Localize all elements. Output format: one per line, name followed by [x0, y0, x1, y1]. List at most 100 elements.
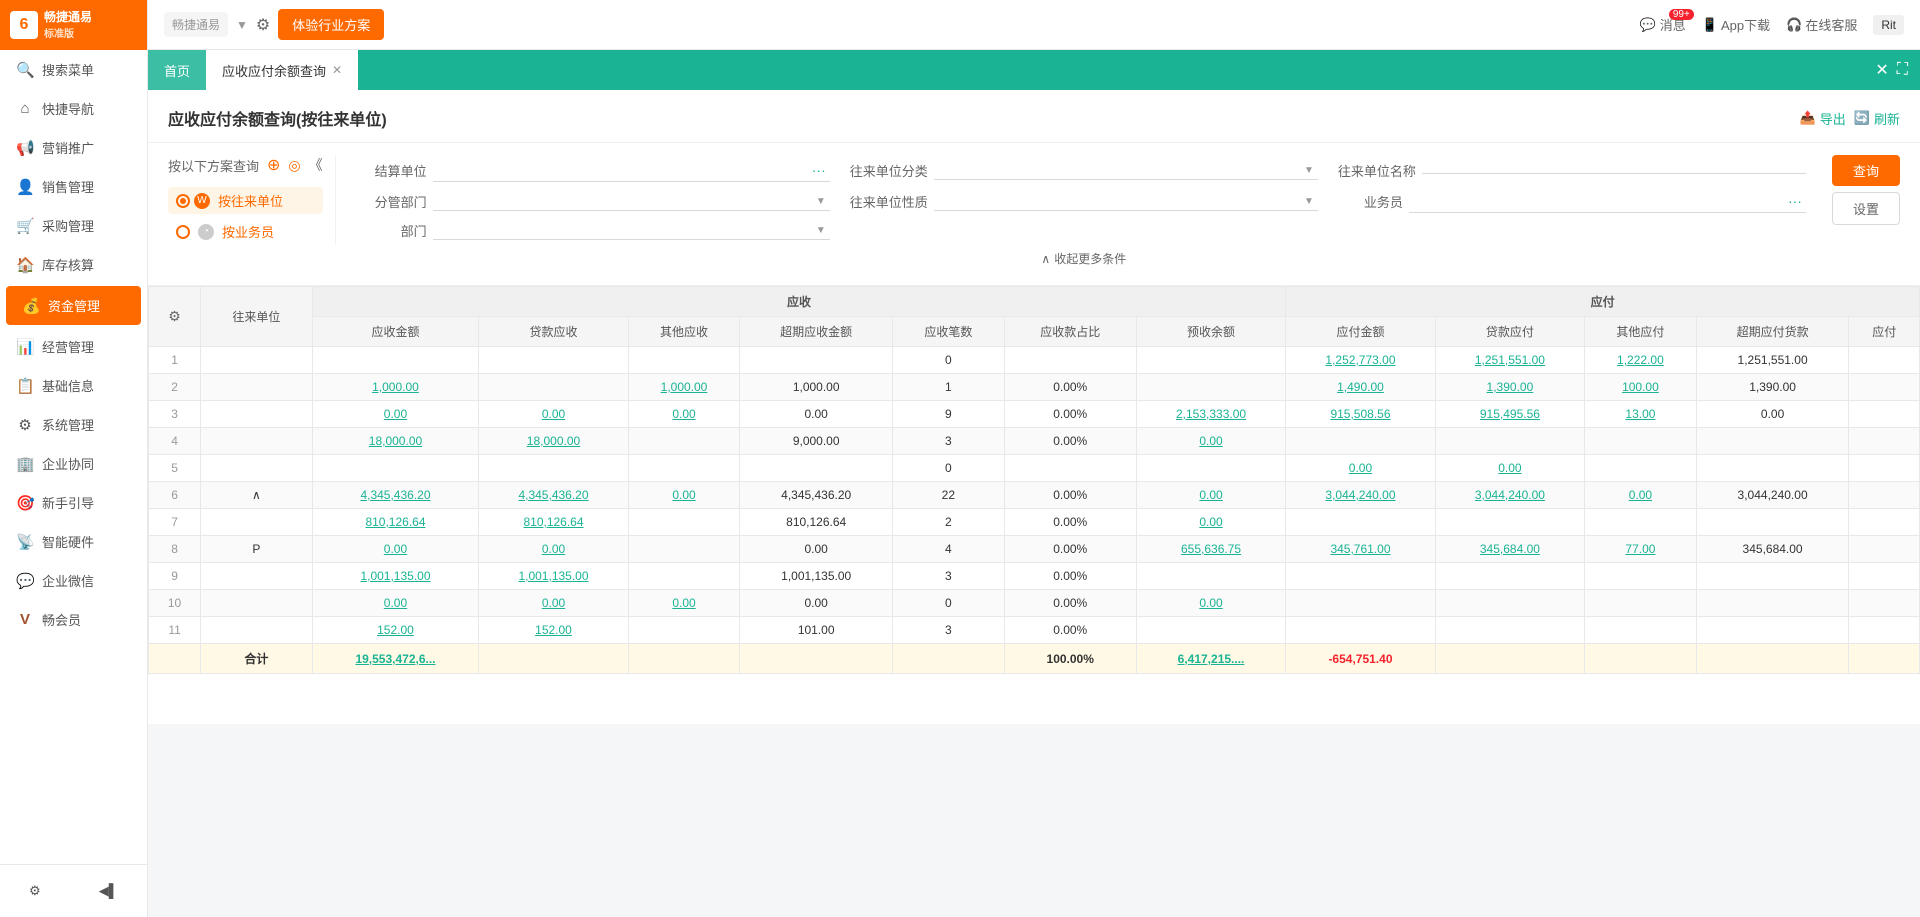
sidebar-item-sales[interactable]: 👤 销售管理 — [0, 167, 147, 206]
service-icon: 🎧 — [1786, 17, 1802, 33]
filter-cell-settlement: 结算单位 ··· — [352, 155, 840, 186]
refresh-icon: 🔄 — [1854, 110, 1870, 126]
topbar-left: 畅捷通易 ▼ ⚙ 体验行业方案 — [164, 9, 1640, 40]
solution-button[interactable]: 体验行业方案 — [278, 9, 384, 40]
tab-home[interactable]: 首页 — [148, 50, 206, 90]
filter-option-salesman[interactable]: ◔ 按业务员 — [168, 218, 323, 245]
total-ar-count — [893, 644, 1005, 674]
dept-input[interactable]: ▼ — [433, 222, 830, 240]
partner-badge-icon: W — [194, 193, 210, 209]
dropdown-arrow-icon[interactable]: ▼ — [236, 18, 248, 32]
sidebar-item-quick-nav[interactable]: ⌂ 快捷导航 — [0, 89, 147, 128]
collapse-arrow-icon: ◀▌ — [99, 883, 118, 899]
filter-cell-salesman: 业务员 ··· — [1328, 186, 1816, 217]
sidebar-item-hardware[interactable]: 📡 智能硬件 — [0, 522, 147, 561]
table-row: 100.000.000.000.0000.00%0.00 — [149, 590, 1920, 617]
radio-partner-icon — [176, 194, 190, 208]
table-row: 8P0.000.000.0040.00%655,636.75345,761.00… — [149, 536, 1920, 563]
sidebar-item-search-menu[interactable]: 🔍 搜索菜单 — [0, 50, 147, 89]
refresh-button[interactable]: 🔄 刷新 — [1854, 109, 1900, 128]
sidebar-item-operations[interactable]: 📊 经营管理 — [0, 327, 147, 366]
table-row: 91,001,135.001,001,135.001,001,135.0030.… — [149, 563, 1920, 590]
partner-nature-input[interactable]: ▼ — [934, 193, 1318, 211]
sidebar-item-wechat[interactable]: 💬 企业微信 — [0, 561, 147, 600]
table-settings-header: ⚙ — [149, 287, 201, 347]
partner-name-input[interactable] — [1422, 167, 1806, 174]
total-prepay[interactable]: 6,417,215.... — [1136, 644, 1285, 674]
total-ar-amount[interactable]: 19,553,472,6... — [312, 644, 479, 674]
app-download-button[interactable]: 📱 App下载 — [1702, 15, 1770, 34]
purchase-icon: 🛒 — [16, 217, 34, 235]
sidebar-item-inventory[interactable]: 🏠 库存核算 — [0, 245, 147, 284]
settlement-label: 结算单位 — [362, 161, 427, 180]
partner-nature-label: 往来单位性质 — [850, 192, 928, 211]
topbar: 畅捷通易 ▼ ⚙ 体验行业方案 💬 消息 99+ 📱 App下载 🎧 在线客服 … — [148, 0, 1920, 50]
salesman-ellipsis-icon[interactable]: ··· — [1788, 193, 1802, 209]
scheme-collapse-icon[interactable]: 《 — [309, 155, 323, 175]
col-ap-loan: 贷款应付 — [1435, 317, 1584, 347]
total-ar-ratio: 100.00% — [1004, 644, 1136, 674]
sidebar-item-guide[interactable]: 🎯 新手引导 — [0, 483, 147, 522]
sidebar-item-purchase[interactable]: 🛒 采购管理 — [0, 206, 147, 245]
add-scheme-button[interactable]: ⊕ — [267, 155, 280, 175]
total-ap-loan — [1435, 644, 1584, 674]
sidebar-item-system[interactable]: ⚙ 系统管理 — [0, 405, 147, 444]
app-label: App下载 — [1721, 15, 1770, 34]
sidebar-collapse-button[interactable]: ◀▌ — [91, 877, 126, 905]
guide-icon: 🎯 — [16, 494, 34, 512]
sidebar-item-finance[interactable]: 💰 资金管理 — [6, 286, 141, 325]
table-row: 30.000.000.000.0090.00%2,153,333.00915,5… — [149, 401, 1920, 428]
table-settings-icon[interactable]: ⚙ — [168, 308, 181, 324]
sidebar-label-hardware: 智能硬件 — [42, 532, 94, 551]
export-button[interactable]: 📤 导出 — [1800, 109, 1846, 128]
tab-maximize-icon[interactable]: ⛶ — [1897, 61, 1908, 79]
filter-actions: 查询 设置 — [1832, 155, 1900, 225]
sidebar-settings-button[interactable]: ⚙ — [21, 877, 49, 905]
online-service-button[interactable]: 🎧 在线客服 — [1786, 15, 1857, 34]
sidebar-item-marketing[interactable]: 📢 营销推广 — [0, 128, 147, 167]
partner-category-input[interactable]: ▼ — [934, 162, 1318, 180]
col-ar-loan: 贷款应收 — [479, 317, 628, 347]
col-ar-other: 其他应收 — [628, 317, 740, 347]
sidebar-item-member[interactable]: V 畅会员 — [0, 600, 147, 639]
base-info-icon: 📋 — [16, 377, 34, 395]
set-button[interactable]: 设置 — [1832, 192, 1900, 225]
col-ap-amount: 应付金额 — [1286, 317, 1435, 347]
hardware-icon: 📡 — [16, 533, 34, 551]
filter-cell-partner-name: 往来单位名称 — [1328, 155, 1816, 186]
query-button[interactable]: 查询 — [1832, 155, 1900, 186]
tab-ar-ap-label: 应收应付余额查询 — [222, 61, 326, 80]
salesman-input[interactable]: ··· — [1409, 190, 1806, 213]
topbar-gear-icon[interactable]: ⚙ — [256, 15, 270, 35]
collapse-more-button[interactable]: ∧ 收起更多条件 — [352, 244, 1816, 273]
sidebar-item-corp[interactable]: 🏢 企业协同 — [0, 444, 147, 483]
total-label: 合计 — [201, 644, 313, 674]
header-actions: 📤 导出 🔄 刷新 — [1800, 109, 1900, 128]
filter-option-partner[interactable]: W 按往来单位 — [168, 187, 323, 214]
search-menu-icon: 🔍 — [16, 61, 34, 79]
col-ar-overdue: 超期应收金额 — [740, 317, 893, 347]
sidebar-item-base-info[interactable]: 📋 基础信息 — [0, 366, 147, 405]
table-row: 21,000.001,000.001,000.0010.00%1,490.001… — [149, 374, 1920, 401]
tab-close-icon[interactable]: ✕ — [332, 63, 342, 77]
col-ar-count: 应收笔数 — [893, 317, 1005, 347]
tab-ar-ap[interactable]: 应收应付余额查询 ✕ — [206, 50, 358, 90]
salesman-label: 业务员 — [1338, 192, 1403, 211]
branch-dept-input[interactable]: ▼ — [433, 193, 830, 211]
tabbar-actions: ✕ ⛶ — [1875, 60, 1920, 80]
system-icon: ⚙ — [16, 416, 34, 434]
settlement-input[interactable]: ··· — [433, 159, 830, 182]
inventory-icon: 🏠 — [16, 256, 34, 274]
user-profile[interactable]: Rit — [1873, 15, 1904, 35]
col-ar-ratio: 应收款占比 — [1004, 317, 1136, 347]
settlement-ellipsis-icon[interactable]: ··· — [812, 162, 826, 178]
tab-close-window-icon[interactable]: ✕ — [1875, 60, 1888, 80]
table-row: 11152.00152.00101.0030.00% — [149, 617, 1920, 644]
total-ap-other — [1585, 644, 1697, 674]
table-row: 101,252,773.001,251,551.001,222.001,251,… — [149, 347, 1920, 374]
scheme-settings-icon[interactable]: ◎ — [288, 157, 300, 174]
message-icon: 💬 — [1640, 17, 1656, 33]
message-button[interactable]: 💬 消息 99+ — [1640, 15, 1686, 34]
export-icon: 📤 — [1800, 110, 1816, 126]
table-sub-header-row: 应收金额 贷款应收 其他应收 超期应收金额 应收笔数 应收款占比 预收余额 应付… — [149, 317, 1920, 347]
